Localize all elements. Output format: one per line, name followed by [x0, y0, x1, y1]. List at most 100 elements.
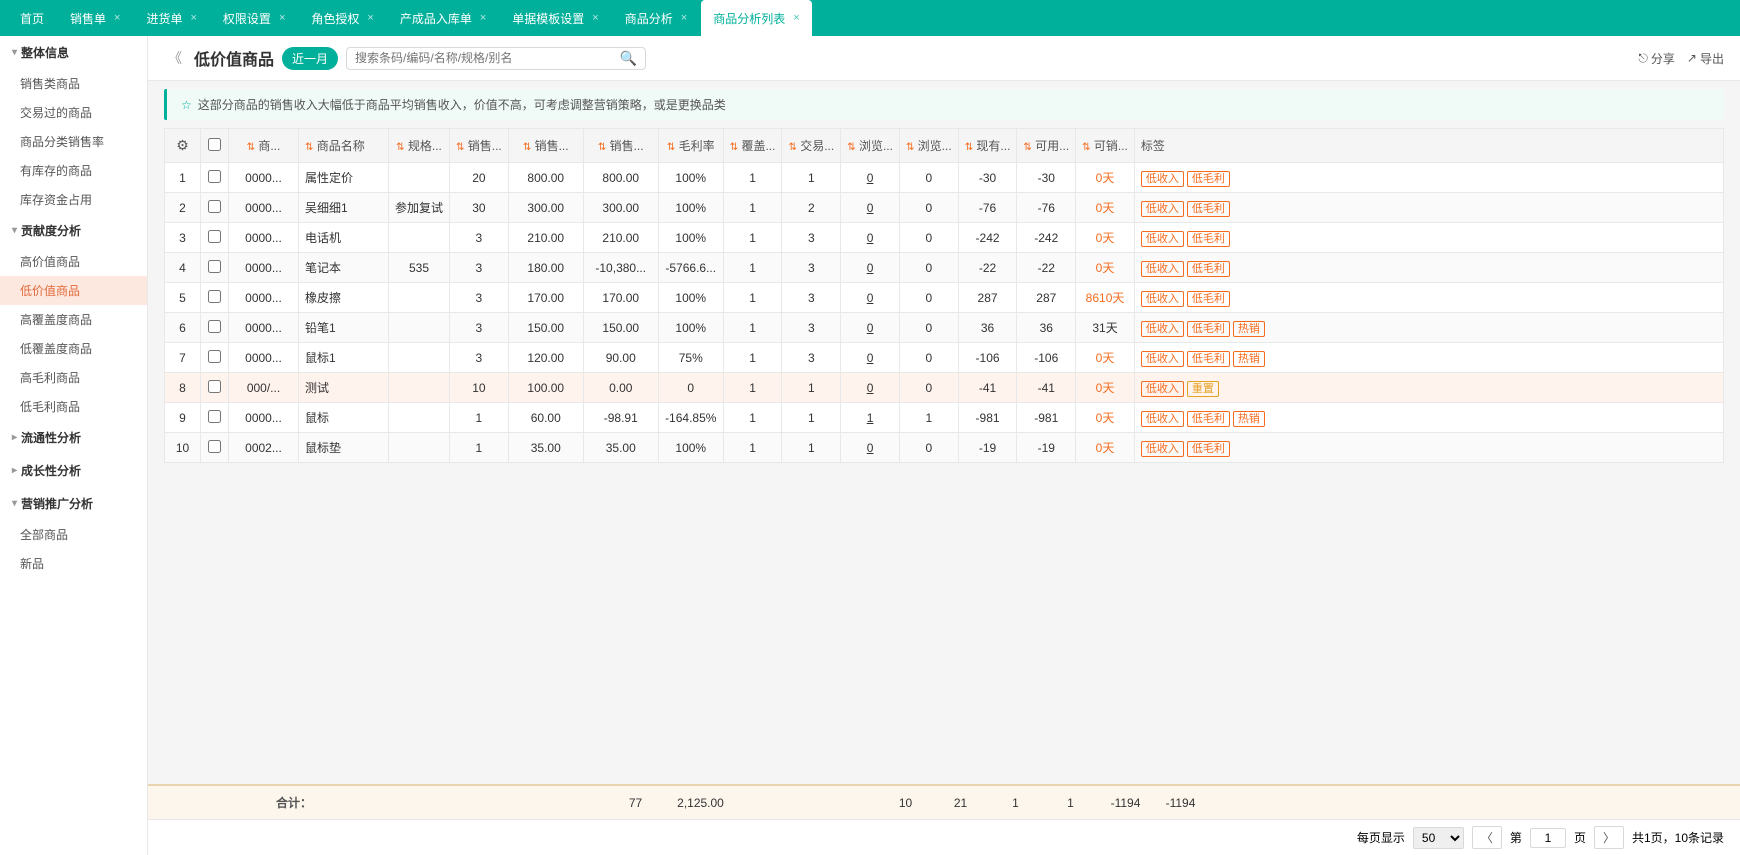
section-growth-arrow: ▸: [12, 465, 17, 476]
row-check[interactable]: [201, 253, 229, 283]
th-salable[interactable]: ⇅ 可销...: [1076, 129, 1135, 163]
sidebar-section-marketing[interactable]: ▾ 营销推广分析: [0, 487, 147, 520]
th-gear[interactable]: ⚙: [165, 129, 201, 163]
row-browse2: 1: [899, 403, 958, 433]
nav-tab-analysis-close[interactable]: ×: [681, 12, 687, 24]
next-page-btn[interactable]: 〉: [1594, 826, 1624, 849]
row-check[interactable]: [201, 343, 229, 373]
sidebar-item-stock-capital[interactable]: 库存资金占用: [0, 185, 147, 214]
search-input[interactable]: [355, 51, 616, 65]
sidebar-item-all-goods[interactable]: 全部商品: [0, 520, 147, 549]
gear-icon[interactable]: ⚙: [176, 137, 189, 154]
sidebar-item-category-rate[interactable]: 商品分类销售率: [0, 127, 147, 156]
share-btn[interactable]: ⎋ 分享: [1638, 50, 1675, 67]
browse1-link[interactable]: 0: [867, 171, 874, 185]
th-browse2[interactable]: ⇅ 浏览...: [899, 129, 958, 163]
row-checkbox[interactable]: [208, 260, 221, 273]
prev-page-btn[interactable]: 〈: [1472, 826, 1502, 849]
nav-tab-purchase[interactable]: 进货单 ×: [134, 0, 208, 36]
row-check[interactable]: [201, 433, 229, 463]
nav-tab-role-close[interactable]: ×: [367, 12, 373, 24]
th-name[interactable]: ⇅ 商品名称: [299, 129, 389, 163]
filter-recent-month-btn[interactable]: 近一月: [282, 47, 338, 70]
row-gross: 100%: [658, 193, 723, 223]
sidebar-item-sales-goods[interactable]: 销售类商品: [0, 69, 147, 98]
browse1-link[interactable]: 0: [867, 201, 874, 215]
row-num: 10: [165, 433, 201, 463]
sidebar-item-traded-goods[interactable]: 交易过的商品: [0, 98, 147, 127]
row-checkbox[interactable]: [208, 440, 221, 453]
row-check[interactable]: [201, 223, 229, 253]
select-all-checkbox[interactable]: [208, 138, 221, 151]
row-checkbox[interactable]: [208, 350, 221, 363]
nav-sales-label: 销售单: [70, 10, 106, 27]
sidebar-item-stock-goods[interactable]: 有库存的商品: [0, 156, 147, 185]
th-stock1[interactable]: ⇅ 现有...: [958, 129, 1017, 163]
row-trade: 3: [782, 223, 841, 253]
row-checkbox[interactable]: [208, 320, 221, 333]
nav-tab-analysis-list[interactable]: 商品分析列表 ×: [701, 0, 811, 36]
section-overall-arrow: ▾: [12, 47, 17, 58]
th-sales3[interactable]: ⇅ 销售...: [583, 129, 658, 163]
th-sales1[interactable]: ⇅ 销售...: [450, 129, 509, 163]
th-gross[interactable]: ⇅ 毛利率: [658, 129, 723, 163]
row-checkbox[interactable]: [208, 170, 221, 183]
per-page-select[interactable]: 50 100 200: [1413, 827, 1464, 849]
row-checkbox[interactable]: [208, 410, 221, 423]
sidebar-item-low-value[interactable]: 低价值商品: [0, 276, 147, 305]
nav-tab-permission[interactable]: 权限设置 ×: [211, 0, 297, 36]
nav-tab-role[interactable]: 角色授权 ×: [299, 0, 385, 36]
sidebar-item-new-goods[interactable]: 新品: [0, 549, 147, 578]
sidebar-section-liquidity[interactable]: ▸ 流通性分析: [0, 421, 147, 454]
row-check[interactable]: [201, 193, 229, 223]
th-sales2[interactable]: ⇅ 销售...: [508, 129, 583, 163]
nav-tab-analysis-list-close[interactable]: ×: [793, 12, 799, 24]
sidebar-section-contribution[interactable]: ▾ 贡献度分析: [0, 214, 147, 247]
nav-tab-stock-in-close[interactable]: ×: [480, 12, 486, 24]
nav-tab-home[interactable]: 首页: [8, 0, 56, 36]
browse1-link[interactable]: 0: [867, 291, 874, 305]
browse1-link[interactable]: 0: [867, 441, 874, 455]
search-icon[interactable]: 🔍: [620, 50, 637, 67]
row-checkbox[interactable]: [208, 230, 221, 243]
th-stock2[interactable]: ⇅ 可用...: [1017, 129, 1076, 163]
nav-tab-analysis[interactable]: 商品分析 ×: [613, 0, 699, 36]
nav-tab-template[interactable]: 单据模板设置 ×: [500, 0, 610, 36]
nav-tab-sales-close[interactable]: ×: [114, 12, 120, 24]
page-number-input[interactable]: [1530, 828, 1566, 848]
sidebar-item-low-gross[interactable]: 低毛利商品: [0, 392, 147, 421]
th-code[interactable]: ⇅ 商...: [229, 129, 299, 163]
browse1-link[interactable]: 0: [867, 261, 874, 275]
nav-tab-sales[interactable]: 销售单 ×: [58, 0, 132, 36]
sidebar-item-high-coverage[interactable]: 高覆盖度商品: [0, 305, 147, 334]
row-checkbox[interactable]: [208, 200, 221, 213]
th-trade[interactable]: ⇅ 交易...: [782, 129, 841, 163]
row-gross: -164.85%: [658, 403, 723, 433]
sidebar-item-high-gross[interactable]: 高毛利商品: [0, 363, 147, 392]
sidebar-item-high-value[interactable]: 高价值商品: [0, 247, 147, 276]
browse1-link[interactable]: 0: [867, 351, 874, 365]
nav-tab-template-close[interactable]: ×: [592, 12, 598, 24]
sidebar-section-growth[interactable]: ▸ 成长性分析: [0, 454, 147, 487]
export-btn[interactable]: ↗ 导出: [1687, 50, 1724, 67]
row-check[interactable]: [201, 283, 229, 313]
sidebar-item-low-coverage[interactable]: 低覆盖度商品: [0, 334, 147, 363]
sidebar-section-overall[interactable]: ▾ 整体信息: [0, 36, 147, 69]
browse1-link[interactable]: 0: [867, 321, 874, 335]
th-cover[interactable]: ⇅ 覆盖...: [723, 129, 782, 163]
row-check[interactable]: [201, 313, 229, 343]
row-check[interactable]: [201, 403, 229, 433]
browse1-link[interactable]: 0: [867, 231, 874, 245]
nav-tab-purchase-close[interactable]: ×: [190, 12, 196, 24]
nav-tab-stock-in[interactable]: 产成品入库单 ×: [388, 0, 498, 36]
row-check[interactable]: [201, 163, 229, 193]
nav-tab-permission-close[interactable]: ×: [279, 12, 285, 24]
browse1-link[interactable]: 1: [867, 411, 874, 425]
th-spec[interactable]: ⇅ 规格...: [389, 129, 450, 163]
row-check[interactable]: [201, 373, 229, 403]
row-checkbox[interactable]: [208, 290, 221, 303]
browse1-link[interactable]: 0: [867, 381, 874, 395]
row-checkbox[interactable]: [208, 380, 221, 393]
th-browse1[interactable]: ⇅ 浏览...: [841, 129, 900, 163]
sidebar-collapse-btn[interactable]: 《: [164, 44, 186, 72]
